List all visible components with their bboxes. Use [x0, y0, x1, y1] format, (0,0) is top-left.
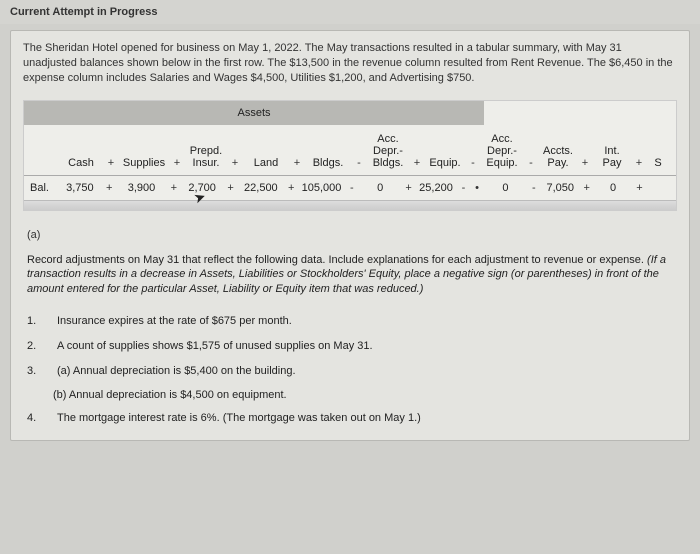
bal-label: Bal. — [30, 182, 57, 194]
col-acc-depr-equip: Acc.Depr.-Equip. — [480, 133, 524, 169]
col-equip: Equip. — [424, 157, 466, 169]
balance-row: Bal. 3,750 + 3,900 + 2,700 + 22,500 + 10… — [24, 175, 676, 200]
list-item: 2.A count of supplies shows $1,575 of un… — [27, 334, 673, 359]
col-accts-pay: Accts.Pay. — [538, 145, 578, 169]
bal-int: 0 — [594, 182, 633, 194]
col-s: S — [646, 157, 670, 169]
horizontal-scrollbar[interactable]: ➤ — [24, 200, 676, 210]
col-int-pay: Int.Pay — [592, 145, 632, 169]
col-cash: Cash — [58, 157, 104, 169]
adjustment-list: 1.Insurance expires at the rate of $675 … — [27, 309, 673, 384]
col-supplies: Supplies — [118, 157, 170, 169]
list-item: 3.(a) Annual depreciation is $5,400 on t… — [27, 359, 673, 384]
question-panel: The Sheridan Hotel opened for business o… — [10, 30, 690, 441]
bal-accdep-e: 0 — [484, 182, 527, 194]
column-headers: Cash + Supplies + Prepd.Insur. + Land + … — [24, 125, 676, 175]
bal-accdep-b: 0 — [359, 182, 402, 194]
attempt-header: Current Attempt in Progress — [0, 0, 700, 24]
list-item: 4.The mortgage interest rate is 6%. (The… — [27, 406, 673, 431]
bal-equip: 25,200 — [415, 182, 456, 194]
bal-accts: 7,050 — [541, 182, 580, 194]
col-land: Land — [242, 157, 290, 169]
instructions: Record adjustments on May 31 that reflec… — [27, 253, 673, 298]
bal-cash: 3,750 — [57, 182, 102, 194]
bal-land: 22,500 — [237, 182, 284, 194]
col-prepd-insur: Prepd.Insur. — [184, 145, 228, 169]
adjustment-list-cont: 4.The mortgage interest rate is 6%. (The… — [27, 406, 673, 431]
bal-supplies: 3,900 — [116, 182, 167, 194]
assets-heading: Assets — [24, 101, 484, 125]
part-a-label: (a) — [27, 229, 673, 241]
bal-bldgs: 105,000 — [298, 182, 345, 194]
col-acc-depr-bldgs: Acc.Depr.-Bldgs. — [366, 133, 410, 169]
col-bldgs: Bldgs. — [304, 157, 352, 169]
list-item: 1.Insurance expires at the rate of $675 … — [27, 309, 673, 334]
balance-table: Assets Cash + Supplies + Prepd.Insur. + … — [23, 100, 677, 211]
intro-text: The Sheridan Hotel opened for business o… — [23, 41, 677, 86]
list-sub-item: (b) Annual depreciation is $4,500 on equ… — [53, 384, 677, 406]
